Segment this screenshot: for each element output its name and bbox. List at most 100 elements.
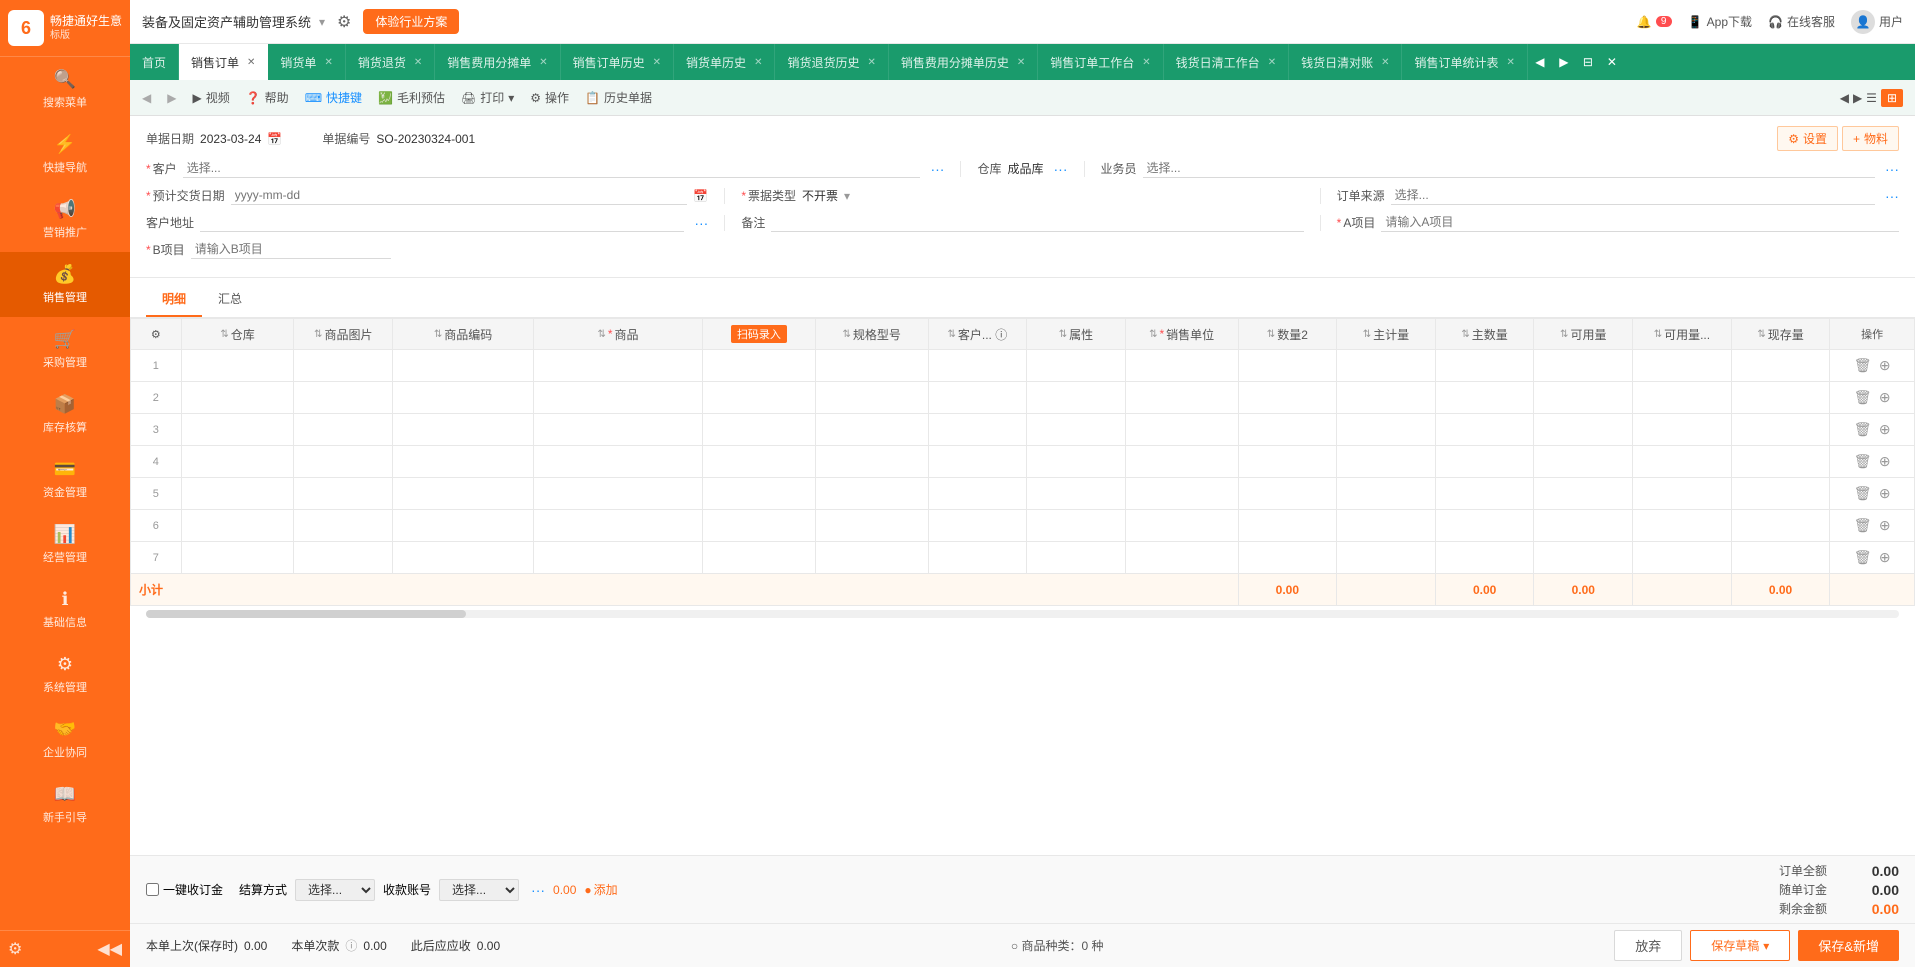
row-2-warehouse[interactable] xyxy=(181,382,294,414)
toolbar-nav-back[interactable]: ◀ xyxy=(142,91,151,105)
address-input[interactable] xyxy=(200,213,684,232)
tab-invoice-history[interactable]: 销货单历史 ✕ xyxy=(674,44,775,80)
add-payment-btn[interactable]: ● 添加 xyxy=(584,881,617,898)
row-1-available[interactable] xyxy=(1534,350,1633,382)
row-1-stock[interactable] xyxy=(1731,350,1830,382)
tab-prev-btn[interactable]: ◀ xyxy=(1528,44,1552,80)
row-3-attr[interactable] xyxy=(1027,414,1126,446)
th-settings[interactable]: ⚙ xyxy=(131,319,182,350)
row-1-spec[interactable] xyxy=(815,350,928,382)
row-4-attr[interactable] xyxy=(1027,446,1126,478)
tab-expand-btn[interactable]: ✕ xyxy=(1600,44,1624,80)
staff-more-btn[interactable]: ··· xyxy=(1885,161,1899,177)
scan-entry-btn[interactable]: 扫码录入 xyxy=(731,325,787,343)
add-material-btn[interactable]: + 物料 xyxy=(1842,126,1899,151)
toolbar-list-view[interactable]: ☰ xyxy=(1866,89,1877,107)
row-3-main-qty[interactable] xyxy=(1435,414,1534,446)
row-1-goods[interactable] xyxy=(533,350,702,382)
row-6-main-qty[interactable] xyxy=(1435,510,1534,542)
account-select[interactable]: 选择... xyxy=(439,879,519,901)
row-7-stock[interactable] xyxy=(1731,542,1830,574)
row-2-customer-code[interactable] xyxy=(928,382,1027,414)
row-2-available2[interactable] xyxy=(1633,382,1732,414)
row-5-scan[interactable] xyxy=(703,478,816,510)
row-7-code[interactable] xyxy=(393,542,534,574)
detail-tab-summary[interactable]: 汇总 xyxy=(202,286,258,317)
row-1-warehouse[interactable] xyxy=(181,350,294,382)
th-available[interactable]: ⇅可用量 xyxy=(1534,319,1633,350)
print-dropdown-icon[interactable]: ▾ xyxy=(508,91,514,105)
row-7-delete-btn[interactable]: 🗑 xyxy=(1852,547,1874,568)
toolbar-print[interactable]: 🖨 打印 ▾ xyxy=(461,89,514,106)
tab-close-expense-history[interactable]: ✕ xyxy=(1017,57,1025,68)
tab-sales-order[interactable]: 销售订单 ✕ xyxy=(179,44,268,80)
row-4-goods[interactable] xyxy=(533,446,702,478)
sidebar-item-basic-info[interactable]: ℹ 基础信息 xyxy=(0,577,130,642)
row-1-main-qty[interactable] xyxy=(1435,350,1534,382)
row-3-goods[interactable] xyxy=(533,414,702,446)
row-7-qty2[interactable] xyxy=(1238,542,1337,574)
customer-input[interactable] xyxy=(183,159,921,178)
row-6-available2[interactable] xyxy=(1633,510,1732,542)
row-2-attr[interactable] xyxy=(1027,382,1126,414)
a-project-input[interactable] xyxy=(1381,213,1899,232)
row-5-image[interactable] xyxy=(294,478,393,510)
tab-close-daily-reconcile[interactable]: ✕ xyxy=(1381,57,1389,68)
row-7-main-qty[interactable] xyxy=(1435,542,1534,574)
row-4-copy-btn[interactable]: ⊕ xyxy=(1877,451,1893,472)
row-7-copy-btn[interactable]: ⊕ xyxy=(1877,547,1893,568)
th-qty2[interactable]: ⇅数量2 xyxy=(1238,319,1337,350)
row-7-customer-code[interactable] xyxy=(928,542,1027,574)
th-main-unit[interactable]: ⇅主计量 xyxy=(1337,319,1436,350)
save-draft-dropdown-icon[interactable]: ▾ xyxy=(1763,939,1769,953)
row-4-delete-btn[interactable]: 🗑 xyxy=(1852,451,1874,472)
row-6-attr[interactable] xyxy=(1027,510,1126,542)
row-3-stock[interactable] xyxy=(1731,414,1830,446)
row-5-attr[interactable] xyxy=(1027,478,1126,510)
detail-tab-detail[interactable]: 明细 xyxy=(146,286,202,317)
b-project-input[interactable] xyxy=(191,240,391,259)
toolbar-nav-forward[interactable]: ▶ xyxy=(167,91,176,105)
row-2-unit[interactable] xyxy=(1125,382,1238,414)
settings-btn[interactable]: ⚙ 设置 xyxy=(1777,126,1838,151)
row-2-stock[interactable] xyxy=(1731,382,1830,414)
tab-close-sales-return[interactable]: ✕ xyxy=(414,57,422,68)
row-4-scan[interactable] xyxy=(703,446,816,478)
toolbar-profit-estimate[interactable]: 💹 毛利预估 xyxy=(378,89,445,106)
row-2-main-unit[interactable] xyxy=(1337,382,1436,414)
row-7-unit[interactable] xyxy=(1125,542,1238,574)
sidebar-item-search[interactable]: 🔍 搜索菜单 xyxy=(0,57,130,122)
th-image[interactable]: ⇅商品图片 xyxy=(294,319,393,350)
row-3-code[interactable] xyxy=(393,414,534,446)
row-2-spec[interactable] xyxy=(815,382,928,414)
tab-close-sales-order-history[interactable]: ✕ xyxy=(653,57,661,68)
tab-more-btn[interactable]: ⊟ xyxy=(1576,44,1600,80)
row-5-main-qty[interactable] xyxy=(1435,478,1534,510)
th-goods[interactable]: ⇅*商品 xyxy=(533,319,702,350)
row-4-code[interactable] xyxy=(393,446,534,478)
row-5-customer-code[interactable] xyxy=(928,478,1027,510)
row-1-attr[interactable] xyxy=(1027,350,1126,382)
row-1-available2[interactable] xyxy=(1633,350,1732,382)
tab-close-sales-expense[interactable]: ✕ xyxy=(539,57,547,68)
row-5-stock[interactable] xyxy=(1731,478,1830,510)
row-4-image[interactable] xyxy=(294,446,393,478)
tab-sales-return[interactable]: 销货退货 ✕ xyxy=(346,44,435,80)
row-6-warehouse[interactable] xyxy=(181,510,294,542)
row-2-qty2[interactable] xyxy=(1238,382,1337,414)
row-5-main-unit[interactable] xyxy=(1337,478,1436,510)
row-4-unit[interactable] xyxy=(1125,446,1238,478)
sidebar-settings-btn[interactable]: ⚙ xyxy=(8,939,22,959)
row-2-available[interactable] xyxy=(1534,382,1633,414)
row-2-code[interactable] xyxy=(393,382,534,414)
header-settings-btn[interactable]: ⚙ xyxy=(333,8,355,36)
warehouse-more-btn[interactable]: ··· xyxy=(1054,161,1068,177)
ticket-type-dropdown-icon[interactable]: ▾ xyxy=(844,189,850,203)
toolbar-help[interactable]: ❓ 帮助 xyxy=(246,89,289,106)
row-4-spec[interactable] xyxy=(815,446,928,478)
row-1-main-unit[interactable] xyxy=(1337,350,1436,382)
row-7-warehouse[interactable] xyxy=(181,542,294,574)
tab-close-order-workbench[interactable]: ✕ xyxy=(1142,57,1150,68)
save-new-btn[interactable]: 保存&新增 xyxy=(1798,930,1899,961)
row-6-spec[interactable] xyxy=(815,510,928,542)
